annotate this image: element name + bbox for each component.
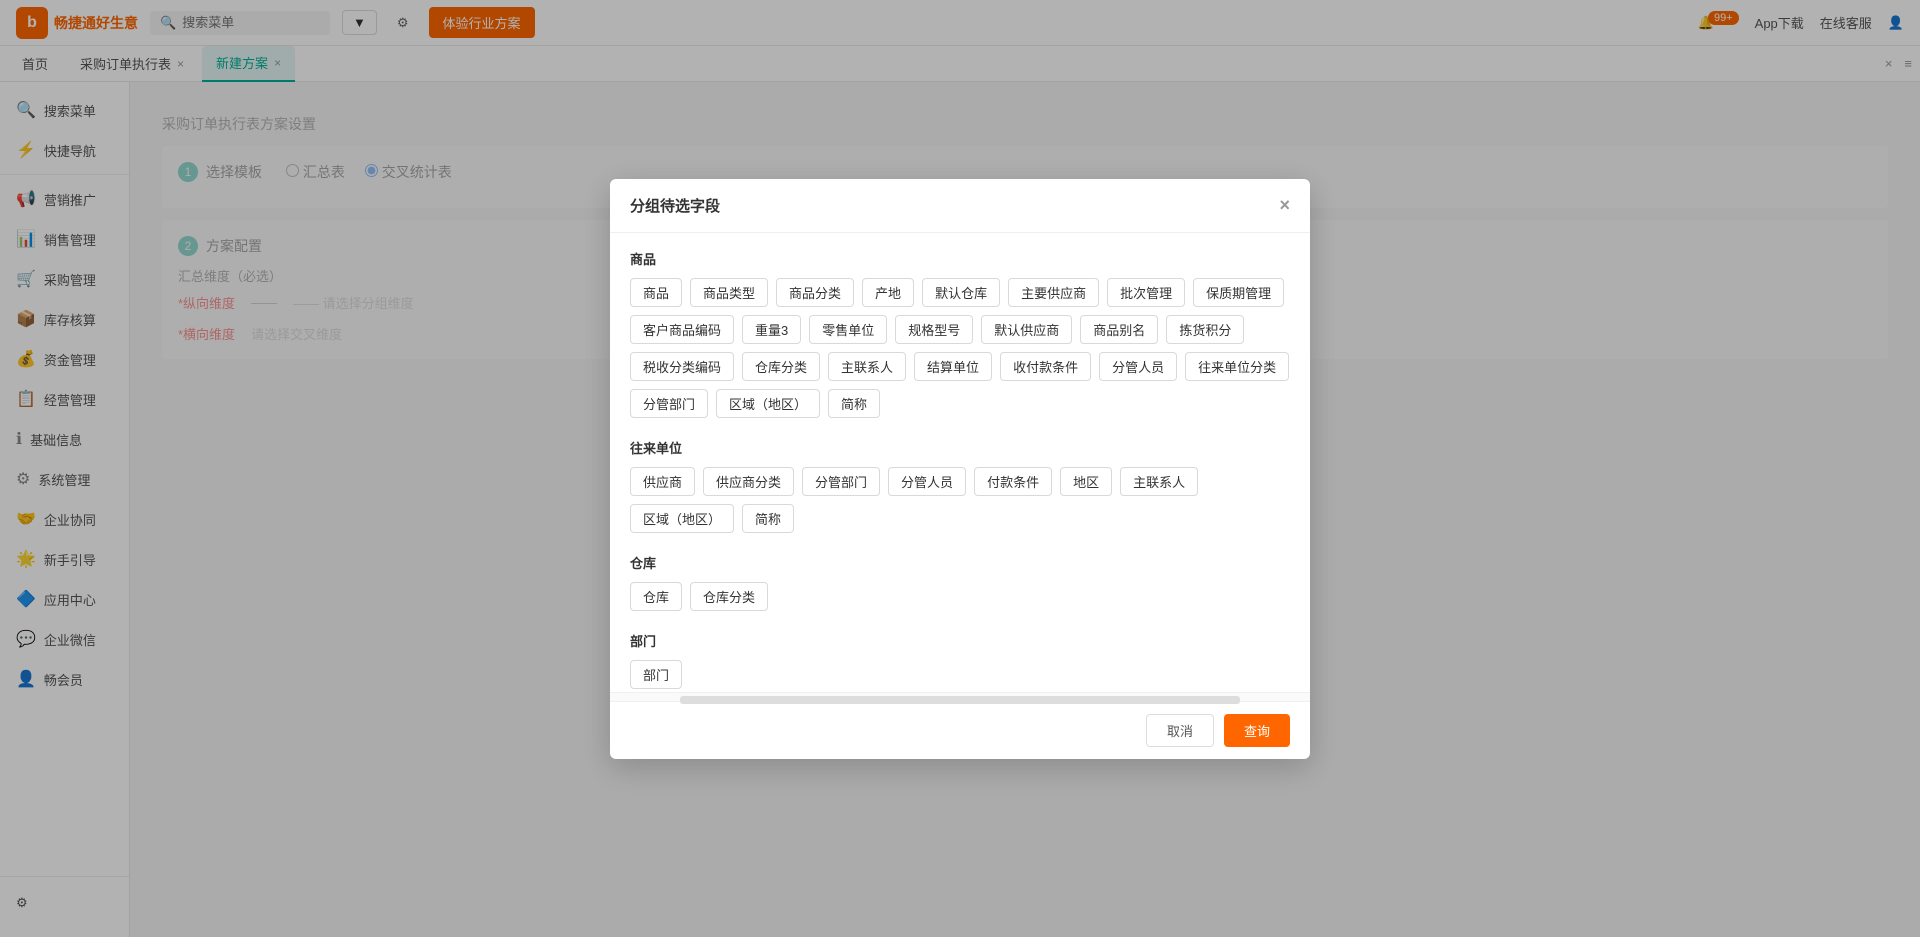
tag-dept-1[interactable]: 部门 bbox=[630, 660, 682, 689]
section-warehouse-title: 仓库 bbox=[630, 553, 1290, 572]
tag-product-7[interactable]: 批次管理 bbox=[1107, 278, 1185, 307]
product-field-tags: 商品 商品类型 商品分类 产地 默认仓库 主要供应商 批次管理 保质期管理 客户… bbox=[630, 278, 1290, 418]
tag-product-11[interactable]: 零售单位 bbox=[809, 315, 887, 344]
dept-field-tags: 部门 bbox=[630, 660, 1290, 689]
tag-partner-6[interactable]: 地区 bbox=[1060, 467, 1112, 496]
tag-product-10[interactable]: 重量3 bbox=[742, 315, 801, 344]
tag-product-14[interactable]: 商品别名 bbox=[1080, 315, 1158, 344]
modal-confirm-btn[interactable]: 查询 bbox=[1224, 714, 1290, 747]
tag-product-22[interactable]: 往来单位分类 bbox=[1185, 352, 1289, 381]
tag-partner-4[interactable]: 分管人员 bbox=[888, 467, 966, 496]
section-product: 商品 商品 商品类型 商品分类 产地 默认仓库 主要供应商 批次管理 保质期管理… bbox=[630, 249, 1290, 418]
tag-product-16[interactable]: 税收分类编码 bbox=[630, 352, 734, 381]
tag-product-13[interactable]: 默认供应商 bbox=[981, 315, 1072, 344]
tag-partner-5[interactable]: 付款条件 bbox=[974, 467, 1052, 496]
warehouse-field-tags: 仓库 仓库分类 bbox=[630, 582, 1290, 611]
section-partner: 往来单位 供应商 供应商分类 分管部门 分管人员 付款条件 地区 主联系人 区域… bbox=[630, 438, 1290, 533]
tag-warehouse-2[interactable]: 仓库分类 bbox=[690, 582, 768, 611]
modal-body: 商品 商品 商品类型 商品分类 产地 默认仓库 主要供应商 批次管理 保质期管理… bbox=[610, 233, 1310, 693]
tag-product-19[interactable]: 结算单位 bbox=[914, 352, 992, 381]
tag-product-9[interactable]: 客户商品编码 bbox=[630, 315, 734, 344]
tag-partner-8[interactable]: 区域（地区） bbox=[630, 504, 734, 533]
tag-product-18[interactable]: 主联系人 bbox=[828, 352, 906, 381]
main-layout: 🔍 搜索菜单 ⚡ 快捷导航 📢 营销推广 📊 销售管理 🛒 采购管理 📦 库存核… bbox=[0, 82, 1920, 937]
tag-product-24[interactable]: 区域（地区） bbox=[716, 389, 820, 418]
tag-product-21[interactable]: 分管人员 bbox=[1099, 352, 1177, 381]
tag-product-17[interactable]: 仓库分类 bbox=[742, 352, 820, 381]
tag-product-6[interactable]: 主要供应商 bbox=[1008, 278, 1099, 307]
tag-partner-7[interactable]: 主联系人 bbox=[1120, 467, 1198, 496]
partner-field-tags: 供应商 供应商分类 分管部门 分管人员 付款条件 地区 主联系人 区域（地区） … bbox=[630, 467, 1290, 533]
modal: 分组待选字段 × 商品 商品 商品类型 商品分类 产地 默认仓库 主要供应商 bbox=[610, 179, 1310, 759]
tag-partner-9[interactable]: 简称 bbox=[742, 504, 794, 533]
section-dept: 部门 部门 bbox=[630, 631, 1290, 689]
tag-product-1[interactable]: 商品 bbox=[630, 278, 682, 307]
tag-product-12[interactable]: 规格型号 bbox=[895, 315, 973, 344]
modal-close-btn[interactable]: × bbox=[1279, 195, 1290, 216]
tag-product-5[interactable]: 默认仓库 bbox=[922, 278, 1000, 307]
modal-cancel-btn[interactable]: 取消 bbox=[1146, 714, 1214, 747]
section-warehouse: 仓库 仓库 仓库分类 bbox=[630, 553, 1290, 611]
tag-product-3[interactable]: 商品分类 bbox=[776, 278, 854, 307]
modal-overlay: 分组待选字段 × 商品 商品 商品类型 商品分类 产地 默认仓库 主要供应商 bbox=[130, 82, 1920, 937]
tag-partner-1[interactable]: 供应商 bbox=[630, 467, 695, 496]
tag-product-2[interactable]: 商品类型 bbox=[690, 278, 768, 307]
tag-product-20[interactable]: 收付款条件 bbox=[1000, 352, 1091, 381]
section-partner-title: 往来单位 bbox=[630, 438, 1290, 457]
tag-product-25[interactable]: 简称 bbox=[828, 389, 880, 418]
modal-title: 分组待选字段 bbox=[630, 195, 720, 216]
tag-product-4[interactable]: 产地 bbox=[862, 278, 914, 307]
content-area: 采购订单执行表方案设置 1 选择模板 汇总表 交叉统计表 2 方案配置 bbox=[130, 82, 1920, 937]
tag-product-15[interactable]: 拣货积分 bbox=[1166, 315, 1244, 344]
modal-hscroll bbox=[610, 692, 1310, 700]
modal-header: 分组待选字段 × bbox=[610, 179, 1310, 233]
tag-product-23[interactable]: 分管部门 bbox=[630, 389, 708, 418]
tag-partner-2[interactable]: 供应商分类 bbox=[703, 467, 794, 496]
tag-warehouse-1[interactable]: 仓库 bbox=[630, 582, 682, 611]
modal-footer: 取消 查询 bbox=[610, 701, 1310, 759]
section-product-title: 商品 bbox=[630, 249, 1290, 268]
section-dept-title: 部门 bbox=[630, 631, 1290, 650]
tag-product-8[interactable]: 保质期管理 bbox=[1193, 278, 1284, 307]
tag-partner-3[interactable]: 分管部门 bbox=[802, 467, 880, 496]
